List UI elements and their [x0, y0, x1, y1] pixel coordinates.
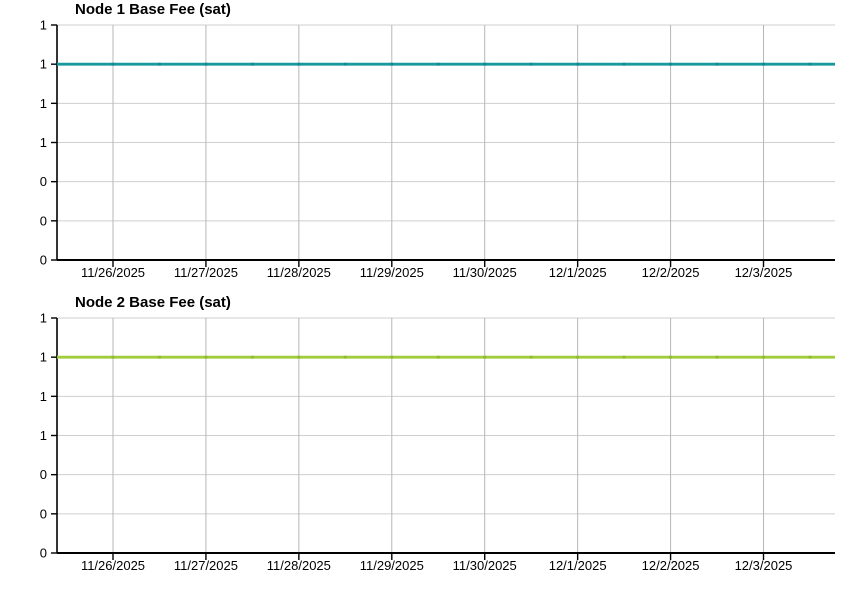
y-tick-label: 0 [40, 253, 47, 268]
series-marker [343, 62, 347, 66]
series-marker [622, 355, 626, 359]
x-tick-label: 11/28/2025 [267, 558, 331, 573]
series-marker [250, 355, 254, 359]
series-marker [483, 355, 487, 359]
y-tick-label: 1 [40, 428, 47, 443]
series-marker [715, 62, 719, 66]
series-marker [483, 62, 487, 66]
x-tick-label: 11/28/2025 [267, 265, 331, 280]
y-tick-label: 1 [40, 96, 47, 111]
x-tick-label: 11/30/2025 [453, 265, 517, 280]
series-marker [576, 355, 580, 359]
x-tick-label: 12/1/2025 [549, 265, 607, 280]
y-tick-label: 0 [40, 174, 47, 189]
x-tick-label: 11/29/2025 [360, 558, 424, 573]
series-marker [204, 62, 208, 66]
series-marker [111, 355, 115, 359]
series-marker [343, 355, 347, 359]
series-marker [204, 355, 208, 359]
x-tick-label: 12/2/2025 [642, 558, 700, 573]
fee-report-page: Node 1 Base Fee (sat) 1 1 1 1 0 0 0 11/26/2025 1… [0, 0, 860, 600]
series-marker [436, 355, 440, 359]
series-marker [390, 355, 394, 359]
y-tick-label: 0 [40, 546, 47, 561]
series-marker [808, 355, 812, 359]
series-marker [111, 62, 115, 66]
y-tick-label: 0 [40, 467, 47, 482]
x-tick-label: 12/3/2025 [735, 558, 793, 573]
series-marker [390, 62, 394, 66]
series-marker [762, 355, 766, 359]
x-tick-label: 11/27/2025 [174, 558, 238, 573]
node2-base-fee-plot: 1 1 1 1 0 0 0 11/26/2025 11/27/2025 11/28/2025 11/… [40, 311, 835, 573]
y-tick-label: 1 [40, 57, 47, 72]
chart-node2-base-fee: Node 2 Base Fee (sat) 1 1 1 1 0 0 0 11/26/2025 1… [0, 293, 860, 585]
series-marker [529, 62, 533, 66]
y-tick-label: 1 [40, 350, 47, 365]
series-marker [529, 355, 533, 359]
y-tick-label: 1 [40, 389, 47, 404]
series-marker [715, 355, 719, 359]
y-tick-label: 1 [40, 311, 47, 326]
series-marker [762, 62, 766, 66]
x-tick-label: 11/29/2025 [360, 265, 424, 280]
series-marker [297, 355, 301, 359]
x-tick-label: 12/1/2025 [549, 558, 607, 573]
series-marker [669, 62, 673, 66]
series-marker [436, 62, 440, 66]
y-tick-label: 0 [40, 506, 47, 521]
x-tick-label: 12/3/2025 [735, 265, 793, 280]
y-tick-label: 1 [40, 135, 47, 150]
x-tick-label: 12/2/2025 [642, 265, 700, 280]
series-marker [250, 62, 254, 66]
x-tick-label: 11/30/2025 [453, 558, 517, 573]
x-tick-label: 11/26/2025 [81, 265, 145, 280]
series-marker [297, 62, 301, 66]
series-marker [808, 62, 812, 66]
series-marker [157, 62, 161, 66]
x-tick-label: 11/26/2025 [81, 558, 145, 573]
node1-base-fee-plot: 1 1 1 1 0 0 0 11/26/2025 11/27/2025 11/28/2025 11/… [40, 18, 835, 280]
series-marker [576, 62, 580, 66]
x-tick-label: 11/27/2025 [174, 265, 238, 280]
y-tick-label: 1 [40, 18, 47, 33]
series-marker [669, 355, 673, 359]
series-marker [157, 355, 161, 359]
chart-node1-base-fee: Node 1 Base Fee (sat) 1 1 1 1 0 0 0 11/26/2025 1… [0, 0, 860, 292]
y-tick-label: 0 [40, 213, 47, 228]
series-marker [622, 62, 626, 66]
